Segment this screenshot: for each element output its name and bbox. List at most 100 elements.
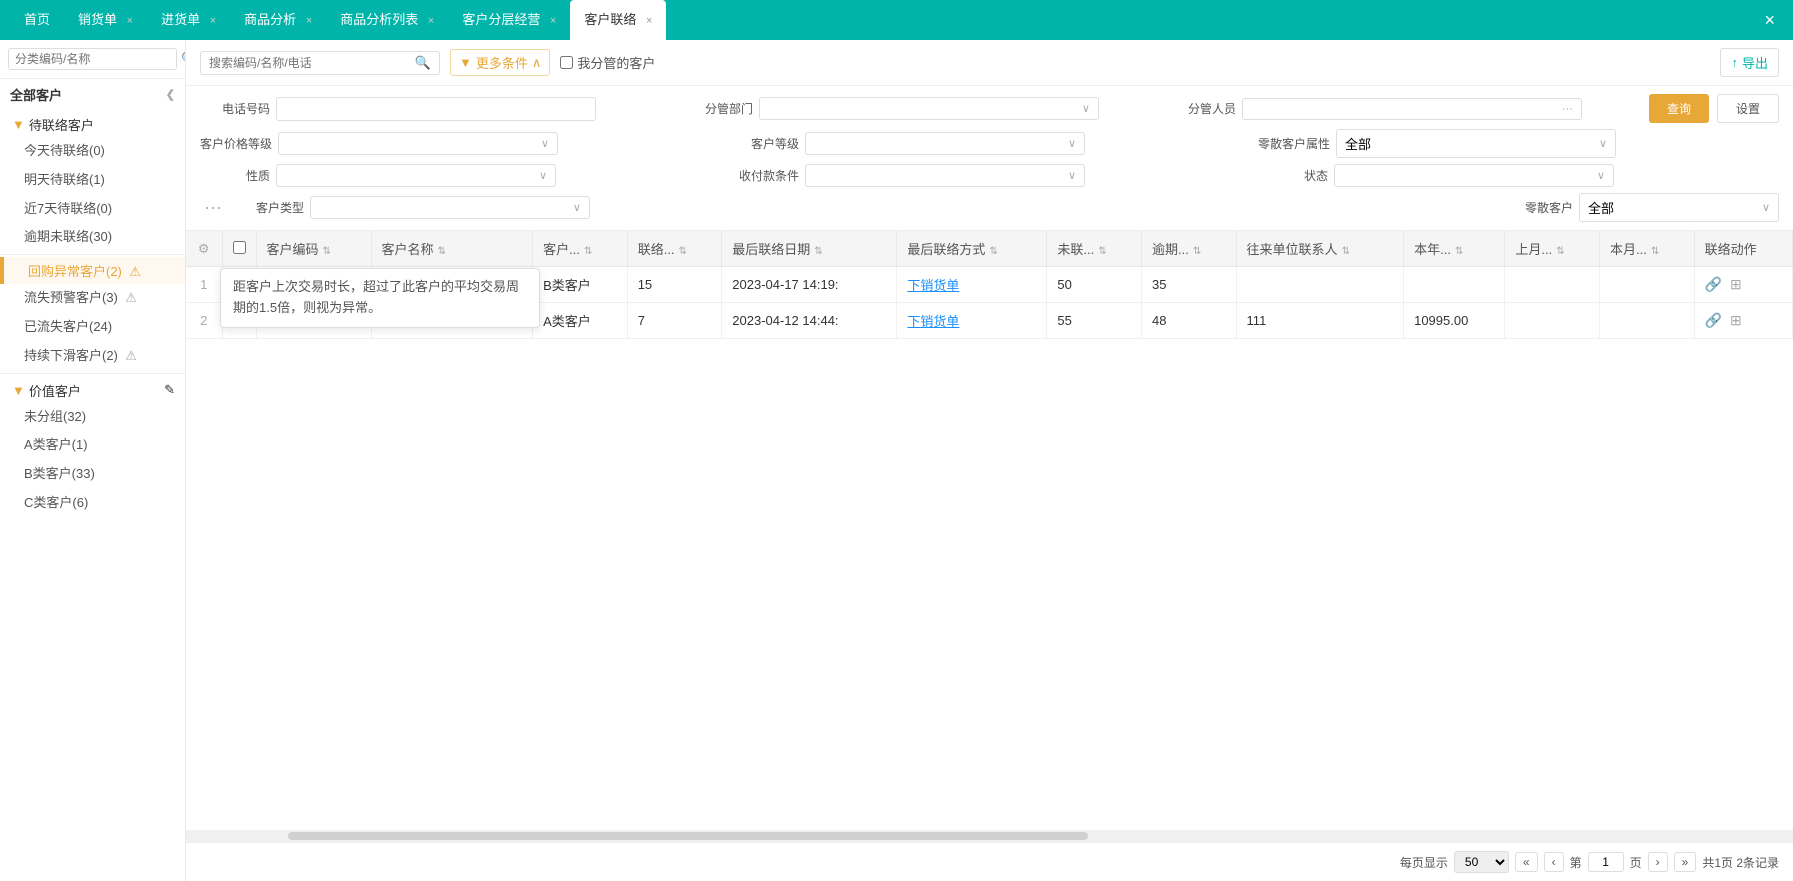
phone-input[interactable] xyxy=(276,97,596,121)
tab-home[interactable]: 首页 xyxy=(10,0,64,40)
col-not-contacted[interactable]: 未联...⇅ xyxy=(1047,231,1142,267)
search-input-icon[interactable]: 🔍 xyxy=(415,55,431,71)
category-search-input[interactable] xyxy=(8,48,177,70)
tab-product-analysis[interactable]: 商品分析 × xyxy=(230,0,326,40)
current-page-input[interactable] xyxy=(1588,852,1624,872)
col-level[interactable]: 客户...⇅ xyxy=(533,231,628,267)
row1-link-icon[interactable]: 🔗 xyxy=(1705,276,1722,293)
next-page-button[interactable]: › xyxy=(1648,852,1668,872)
row1-grid-icon[interactable]: ⊞ xyxy=(1730,276,1742,293)
sidebar-lost-customers[interactable]: 已流失客户(24) xyxy=(0,313,185,342)
sidebar-item-overdue-pending[interactable]: 逾期未联络(30) xyxy=(0,223,185,252)
row1-last-date: 2023-04-17 14:19: xyxy=(722,267,897,303)
payment-select[interactable]: ∨ xyxy=(805,164,1085,187)
status-select[interactable]: ∨ xyxy=(1334,164,1614,187)
first-page-button[interactable]: « xyxy=(1515,852,1538,872)
window-close-button[interactable]: × xyxy=(1756,10,1783,31)
col-name[interactable]: 客户名称 ⇅ xyxy=(371,231,533,267)
settings-button[interactable]: 设置 xyxy=(1717,94,1779,123)
my-customers-checkbox[interactable] xyxy=(560,56,573,69)
tab-customer-contact-close[interactable]: × xyxy=(646,15,652,27)
triangle-icon: ▼ xyxy=(12,117,25,132)
row2-actions: 🔗 ⊞ xyxy=(1694,303,1792,339)
sidebar-c-class[interactable]: C类客户(6) xyxy=(0,489,185,518)
row2-method[interactable]: 下销货单 xyxy=(897,303,1047,339)
sort-icon-name: ⇅ xyxy=(438,246,446,257)
table-settings-icon[interactable]: ⚙ xyxy=(186,231,222,267)
row2-link-icon[interactable]: 🔗 xyxy=(1705,312,1722,329)
tab-customer-contact[interactable]: 客户联络 × xyxy=(570,0,666,40)
tab-sales-order[interactable]: 销货单 × xyxy=(64,0,147,40)
col-last-method[interactable]: 最后联络方式⇅ xyxy=(897,231,1047,267)
sidebar-a-class[interactable]: A类客户(1) xyxy=(0,431,185,460)
price-level-select[interactable]: ∨ xyxy=(278,132,558,155)
tab-customer-mgmt-close[interactable]: × xyxy=(550,15,556,27)
action-buttons: 查询 设置 xyxy=(1649,94,1779,123)
query-button[interactable]: 查询 xyxy=(1649,94,1709,123)
last-page-button[interactable]: » xyxy=(1674,852,1697,872)
search-input[interactable] xyxy=(209,56,415,70)
prev-page-button[interactable]: ‹ xyxy=(1544,852,1564,872)
row1-method[interactable]: 下销货单 xyxy=(897,267,1047,303)
row2-method-link[interactable]: 下销货单 xyxy=(907,314,959,329)
tab-product-list[interactable]: 商品分析列表 × xyxy=(326,0,448,40)
col-contact-days[interactable]: 联络...⇅ xyxy=(627,231,722,267)
my-customers-checkbox-wrap[interactable]: 我分管的客户 xyxy=(560,53,655,72)
tooltip-box: 距客户上次交易时长，超过了此客户的平均交易周期的1.5倍，则视为异常。 xyxy=(220,268,540,328)
row2-grid-icon[interactable]: ⊞ xyxy=(1730,312,1742,329)
row2-num: 2 xyxy=(186,303,222,339)
more-conditions-button[interactable]: ▼ 更多条件 ∧ xyxy=(450,49,550,76)
col-last-date[interactable]: 最后联络日期⇅ xyxy=(722,231,897,267)
sidebar-item-today-pending[interactable]: 今天待联络(0) xyxy=(0,137,185,166)
col-overdue[interactable]: 逾期...⇅ xyxy=(1141,231,1236,267)
sidebar-pending-contact-group[interactable]: ▼ 待联络客户 xyxy=(0,110,185,137)
table-select-all[interactable] xyxy=(222,231,256,267)
per-page-select[interactable]: 50 10 20 100 xyxy=(1454,851,1509,873)
tab-purchase-order[interactable]: 进货单 × xyxy=(147,0,230,40)
tab-purchase-close[interactable]: × xyxy=(210,15,216,27)
more-dots-button[interactable]: ··· xyxy=(204,197,222,218)
export-button[interactable]: ↑ 导出 xyxy=(1720,48,1779,77)
sort-icon-code: ⇅ xyxy=(323,246,331,257)
col-code[interactable]: 客户编码⇅ xyxy=(256,231,371,267)
cust-type-col: 客户类型 ∨ xyxy=(234,196,1003,219)
sidebar-repurchase-abnormal[interactable]: 回购异常客户(2) ⚠ xyxy=(0,257,185,284)
manager-select[interactable]: ··· xyxy=(1242,98,1582,120)
col-last-month[interactable]: 上月...⇅ xyxy=(1505,231,1600,267)
search-input-wrap[interactable]: 🔍 xyxy=(200,51,440,75)
tab-sales-close[interactable]: × xyxy=(127,15,133,27)
gender-select[interactable]: ∨ xyxy=(276,164,556,187)
row1-method-link[interactable]: 下销货单 xyxy=(907,278,959,293)
retail-attr-select[interactable]: 全部 ∨ xyxy=(1336,129,1616,158)
tab-product-analysis-close[interactable]: × xyxy=(306,15,312,27)
sidebar-ungrouped[interactable]: 未分组(32) xyxy=(0,403,185,432)
col-contact-person[interactable]: 往来单位联系人⇅ xyxy=(1236,231,1404,267)
edit-icon[interactable]: ✎ xyxy=(164,382,175,398)
cust-type-select[interactable]: ∨ xyxy=(310,196,590,219)
tab-customer-mgmt[interactable]: 客户分层经营 × xyxy=(448,0,570,40)
sidebar-persistent-decline[interactable]: 持续下滑客户(2) ⚠ xyxy=(0,342,185,371)
select-all-checkbox[interactable] xyxy=(233,241,246,254)
sidebar-lost-pre-warning[interactable]: 流失预警客户(3) ⚠ xyxy=(0,284,185,313)
sidebar-all-customers[interactable]: 全部客户 ❮ xyxy=(0,79,185,110)
cust-level-select[interactable]: ∨ xyxy=(805,132,1085,155)
sidebar-item-tomorrow-pending[interactable]: 明天待联络(1) xyxy=(0,166,185,195)
overdue-pending-label: 逾期未联络(30) xyxy=(24,229,112,244)
sidebar-item-7day-pending[interactable]: 近7天待联络(0) xyxy=(0,195,185,224)
total-info: 共1页 2条记录 xyxy=(1702,854,1779,871)
filter-icon: ▼ xyxy=(459,55,472,70)
col-this-year[interactable]: 本年...⇅ xyxy=(1404,231,1505,267)
dept-select[interactable]: ∨ xyxy=(759,97,1099,120)
horizontal-scrollbar[interactable] xyxy=(186,830,1793,842)
tab-product-list-close[interactable]: × xyxy=(428,15,434,27)
top-navigation: 首页 销货单 × 进货单 × 商品分析 × 商品分析列表 × 客户分层经营 × … xyxy=(0,0,1793,40)
scrollbar-thumb[interactable] xyxy=(288,832,1088,840)
col-name-label: 客户名称 xyxy=(382,242,434,257)
retail-cust-select[interactable]: 全部 ∨ xyxy=(1579,193,1779,222)
sidebar-value-customers-section[interactable]: ▼ 价值客户 ✎ xyxy=(0,376,185,403)
col-this-month[interactable]: 本月...⇅ xyxy=(1599,231,1694,267)
tab-product-analysis-label: 商品分析 xyxy=(244,12,296,27)
price-level-chevron: ∨ xyxy=(541,137,549,150)
tooltip-text: 距客户上次交易时长，超过了此客户的平均交易周期的1.5倍，则视为异常。 xyxy=(233,279,519,315)
sidebar-b-class[interactable]: B类客户(33) xyxy=(0,460,185,489)
